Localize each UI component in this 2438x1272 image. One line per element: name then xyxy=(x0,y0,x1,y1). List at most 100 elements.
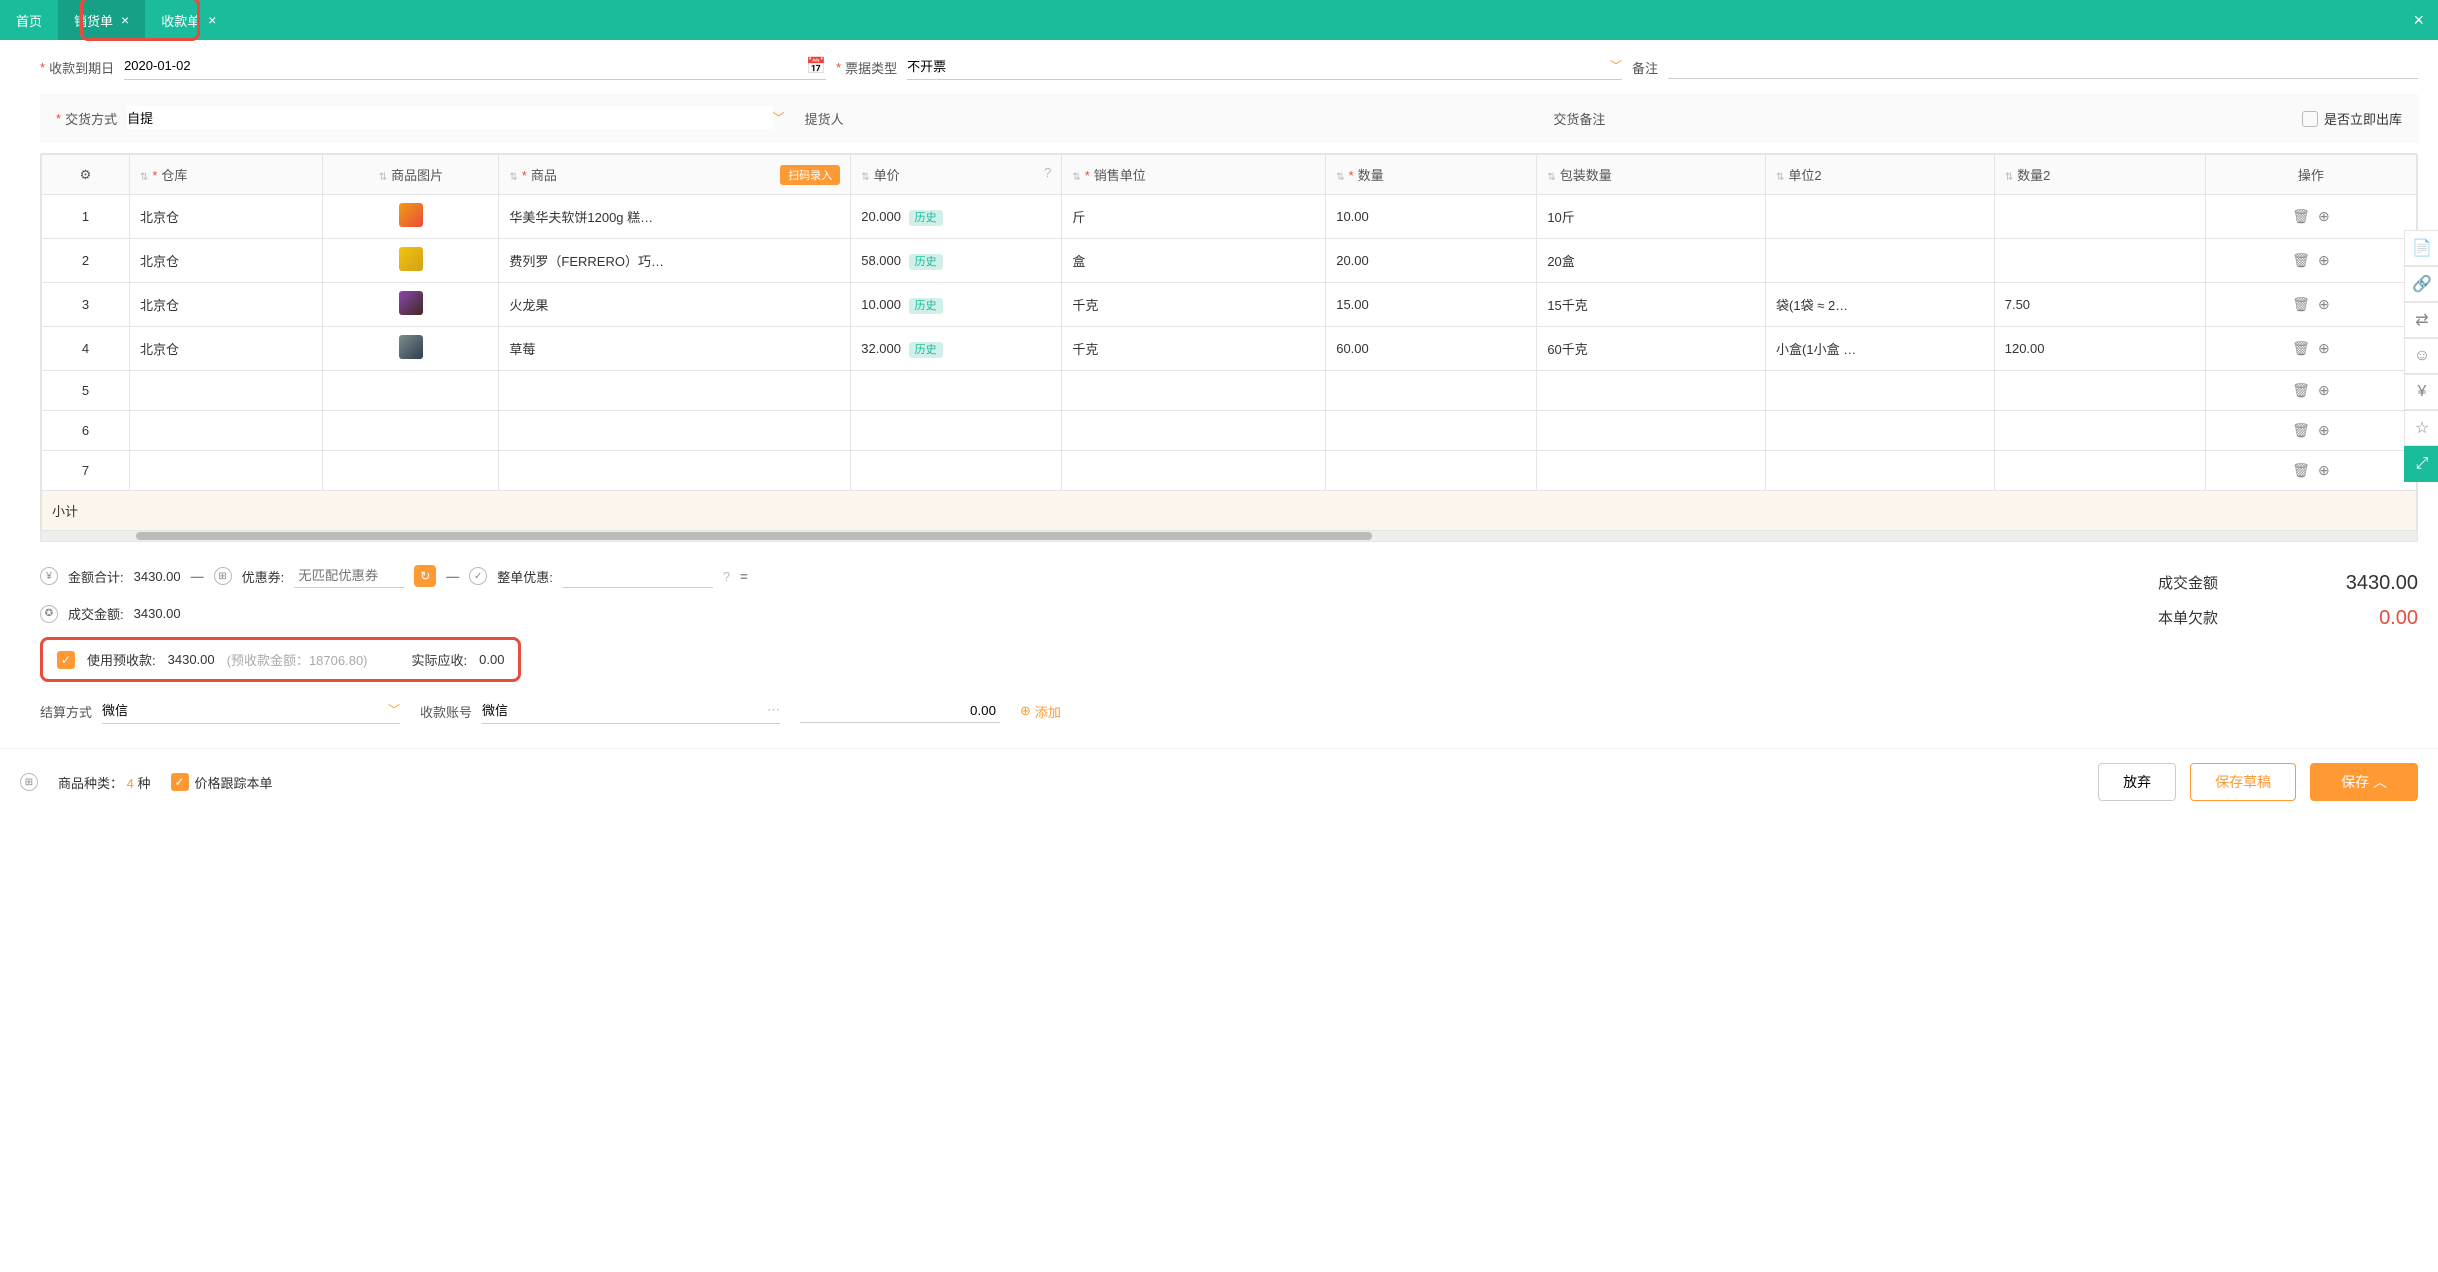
settle-account-select[interactable]: ⋯ xyxy=(482,698,780,724)
cell-pack[interactable] xyxy=(1537,411,1766,451)
cell-pack[interactable]: 10斤 xyxy=(1537,195,1766,239)
cell-image[interactable] xyxy=(323,371,499,411)
cell-product[interactable] xyxy=(499,371,851,411)
cell-unit2[interactable]: 袋(1袋 ≈ 2… xyxy=(1766,283,1995,327)
immediate-out-checkbox[interactable]: 是否立即出库 xyxy=(2302,109,2402,128)
side-person-icon[interactable]: ☺ xyxy=(2404,338,2438,374)
cell-unit2[interactable]: 小盒(1小盒 … xyxy=(1766,327,1995,371)
cell-unit2[interactable] xyxy=(1766,371,1995,411)
cell-unit[interactable] xyxy=(1062,451,1326,491)
cell-unit[interactable]: 斤 xyxy=(1062,195,1326,239)
cell-warehouse[interactable]: 北京仓 xyxy=(129,327,323,371)
copy-icon[interactable]: ⊕ xyxy=(2318,296,2330,312)
abandon-button[interactable]: 放弃 xyxy=(2098,763,2176,801)
cell-price[interactable]: 58.000 历史 xyxy=(851,239,1062,283)
info-icon[interactable]: ? xyxy=(723,569,730,584)
more-icon[interactable]: ⋯ xyxy=(767,702,780,718)
cell-image[interactable] xyxy=(323,195,499,239)
scrollbar-thumb[interactable] xyxy=(136,532,1372,540)
settle-method-select[interactable]: ﹀ xyxy=(102,698,400,724)
history-badge[interactable]: 历史 xyxy=(909,298,943,314)
header-image[interactable]: ⇅商品图片 xyxy=(323,155,499,195)
header-unit2[interactable]: ⇅单位2 xyxy=(1766,155,1995,195)
table-row[interactable]: 4北京仓草莓32.000 历史千克60.0060千克小盒(1小盒 …120.00… xyxy=(42,327,2417,371)
header-qty[interactable]: ⇅*数量 xyxy=(1326,155,1537,195)
chevron-down-icon[interactable]: ﹀ xyxy=(773,109,785,126)
doc-type-input[interactable] xyxy=(907,54,1610,77)
cell-unit[interactable]: 千克 xyxy=(1062,283,1326,327)
cell-product[interactable]: 火龙果 xyxy=(499,283,851,327)
cell-qty[interactable] xyxy=(1326,371,1537,411)
cell-image[interactable] xyxy=(323,327,499,371)
gear-icon[interactable]: ⚙ xyxy=(80,167,92,182)
cell-unit[interactable] xyxy=(1062,371,1326,411)
side-note-icon[interactable]: 📄 xyxy=(2404,230,2438,266)
tab-sales[interactable]: 销货单 × xyxy=(58,0,145,40)
price-track-checkbox[interactable]: ✓ 价格跟踪本单 xyxy=(171,773,273,792)
delete-icon[interactable]: 🗑 xyxy=(2292,340,2310,356)
sort-icon[interactable]: ⇅ xyxy=(509,172,517,183)
cell-image[interactable] xyxy=(323,239,499,283)
cell-unit2[interactable] xyxy=(1766,195,1995,239)
cell-price[interactable] xyxy=(851,411,1062,451)
panel-close-icon[interactable]: × xyxy=(2399,10,2438,31)
settle-method-input[interactable] xyxy=(102,698,388,721)
chevron-down-icon[interactable]: ﹀ xyxy=(388,701,400,718)
cell-product[interactable]: 费列罗（FERRERO）巧… xyxy=(499,239,851,283)
settle-account-input[interactable] xyxy=(482,698,767,721)
cell-qty[interactable]: 60.00 xyxy=(1326,327,1537,371)
sort-icon[interactable]: ⇅ xyxy=(140,172,148,183)
history-badge[interactable]: 历史 xyxy=(909,210,943,226)
cell-unit[interactable] xyxy=(1062,411,1326,451)
cell-qty2[interactable] xyxy=(1994,371,2205,411)
cell-price[interactable]: 10.000 历史 xyxy=(851,283,1062,327)
add-settlement-button[interactable]: ⊕ 添加 xyxy=(1020,702,1061,721)
tab-receipt[interactable]: 收款单 × xyxy=(145,0,232,40)
cell-product[interactable] xyxy=(499,411,851,451)
cell-product[interactable]: 华美华夫软饼1200g 糕… xyxy=(499,195,851,239)
scan-badge[interactable]: 扫码录入 xyxy=(780,165,840,185)
checkbox-checked-icon[interactable]: ✓ xyxy=(57,651,75,669)
history-badge[interactable]: 历史 xyxy=(909,254,943,270)
cell-qty2[interactable]: 120.00 xyxy=(1994,327,2205,371)
table-row[interactable]: 3北京仓火龙果10.000 历史千克15.0015千克袋(1袋 ≈ 2…7.50… xyxy=(42,283,2417,327)
table-row[interactable]: 1北京仓华美华夫软饼1200g 糕…20.000 历史斤10.0010斤🗑⊕ xyxy=(42,195,2417,239)
order-discount-input[interactable] xyxy=(563,564,713,588)
horizontal-scrollbar[interactable] xyxy=(41,531,2417,541)
cell-qty[interactable] xyxy=(1326,451,1537,491)
sort-icon[interactable]: ⇅ xyxy=(1547,172,1555,183)
header-price[interactable]: ⇅单价? xyxy=(851,155,1062,195)
save-button[interactable]: 保存 ︿ xyxy=(2310,763,2418,801)
close-icon[interactable]: × xyxy=(121,12,129,28)
coupon-input[interactable] xyxy=(294,564,404,588)
cell-image[interactable] xyxy=(323,411,499,451)
cell-pack[interactable] xyxy=(1537,371,1766,411)
save-draft-button[interactable]: 保存草稿 xyxy=(2190,763,2296,801)
side-expand-icon[interactable]: ⤢ xyxy=(2404,446,2438,482)
cell-unit[interactable]: 盒 xyxy=(1062,239,1326,283)
chevron-down-icon[interactable]: ﹀ xyxy=(1610,57,1622,74)
copy-icon[interactable]: ⊕ xyxy=(2318,252,2330,268)
cell-unit[interactable]: 千克 xyxy=(1062,327,1326,371)
cell-qty[interactable]: 20.00 xyxy=(1326,239,1537,283)
cell-qty2[interactable] xyxy=(1994,411,2205,451)
cell-qty2[interactable] xyxy=(1994,195,2205,239)
sort-icon[interactable]: ⇅ xyxy=(861,172,869,183)
table-row[interactable]: 6🗑⊕ xyxy=(42,411,2417,451)
pay-due-input[interactable] xyxy=(124,54,806,77)
refresh-icon[interactable]: ↻ xyxy=(414,565,436,587)
sort-icon[interactable]: ⇅ xyxy=(1776,172,1784,183)
cell-unit2[interactable] xyxy=(1766,239,1995,283)
table-row[interactable]: 5🗑⊕ xyxy=(42,371,2417,411)
delete-icon[interactable]: 🗑 xyxy=(2292,296,2310,312)
delete-icon[interactable]: 🗑 xyxy=(2292,462,2310,478)
side-link-icon[interactable]: 🔗 xyxy=(2404,266,2438,302)
cell-unit2[interactable] xyxy=(1766,451,1995,491)
header-pack-qty[interactable]: ⇅包装数量 xyxy=(1537,155,1766,195)
sort-icon[interactable]: ⇅ xyxy=(2005,172,2013,183)
header-product[interactable]: ⇅*商品扫码录入 xyxy=(499,155,851,195)
cell-warehouse[interactable] xyxy=(129,451,323,491)
delete-icon[interactable]: 🗑 xyxy=(2292,422,2310,438)
cell-warehouse[interactable]: 北京仓 xyxy=(129,283,323,327)
side-swap-icon[interactable]: ⇄ xyxy=(2404,302,2438,338)
